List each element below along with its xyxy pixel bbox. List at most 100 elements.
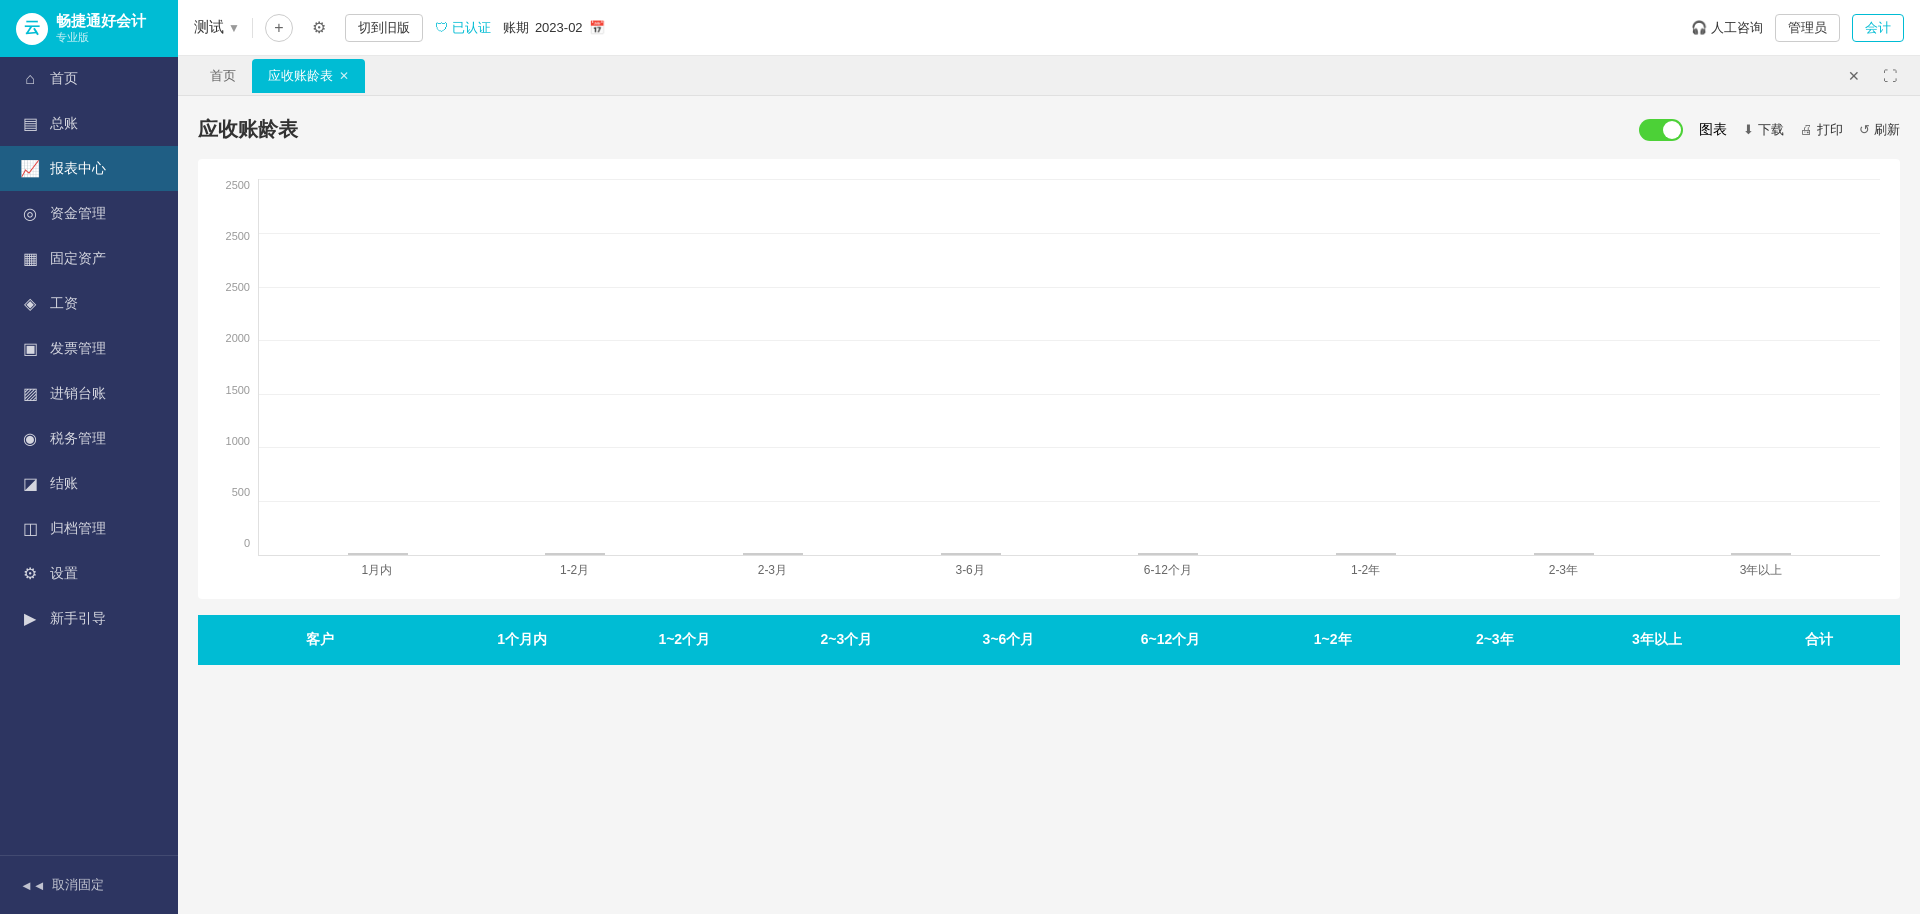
sidebar-item-archive[interactable]: ◫ 归档管理 <box>0 506 178 551</box>
switch-version-button[interactable]: 切到旧版 <box>345 14 423 42</box>
period-display: 账期 2023-02 📅 <box>503 19 605 37</box>
x-label-6-12month: 6-12个月 <box>1069 556 1267 579</box>
x-axis-labels: 1月内 1-2月 2-3月 3-6月 6-12个月 1-2年 2-3年 3年以上 <box>258 556 1880 579</box>
table-header-1-2month: 1~2个月 <box>603 631 765 649</box>
sidebar-item-salary[interactable]: ◈ 工资 <box>0 281 178 326</box>
period-value: 2023-02 <box>535 20 583 35</box>
page-content: 应收账龄表 图表 ⬇ 下载 🖨 打印 ↺ <box>178 96 1920 914</box>
table-header-customer: 客户 <box>198 631 441 649</box>
chart-toggle-label: 图表 <box>1699 121 1727 139</box>
settlement-icon: ◪ <box>20 474 40 493</box>
refresh-button[interactable]: ↺ 刷新 <box>1859 121 1900 139</box>
bar-group-2-3year <box>1465 553 1663 555</box>
tabbar-right: ✕ ⛶ <box>1840 62 1904 90</box>
sidebar-nav: ⌂ 首页 ▤ 总账 📈 报表中心 ◎ 资金管理 ▦ 固定资产 ◈ 工资 ▣ 发票… <box>0 57 178 855</box>
tabbar: 首页 应收账龄表 ✕ ✕ ⛶ <box>178 56 1920 96</box>
chevron-down-icon: ▼ <box>228 21 240 35</box>
sidebar-item-invoice[interactable]: ▣ 发票管理 <box>0 326 178 371</box>
sidebar-item-tax[interactable]: ◉ 税务管理 <box>0 416 178 461</box>
sidebar-item-fixed-assets[interactable]: ▦ 固定资产 <box>0 236 178 281</box>
table-header-2-3year: 2~3年 <box>1414 631 1576 649</box>
sidebar-item-ledger[interactable]: ▤ 总账 <box>0 101 178 146</box>
download-button[interactable]: ⬇ 下载 <box>1743 121 1784 139</box>
bar-group-3-6month <box>872 553 1070 555</box>
service-button[interactable]: 🎧 人工咨询 <box>1691 19 1763 37</box>
sidebar-label-funds: 资金管理 <box>50 205 106 223</box>
refresh-icon: ↺ <box>1859 122 1870 137</box>
bar-group-1-2year <box>1267 553 1465 555</box>
table-header-total: 合计 <box>1738 631 1900 649</box>
x-label-3-6month: 3-6月 <box>871 556 1069 579</box>
table-header-2-3month: 2~3个月 <box>765 631 927 649</box>
y-label-500: 500 <box>232 486 250 498</box>
sidebar-label-guide: 新手引导 <box>50 610 106 628</box>
home-icon: ⌂ <box>20 70 40 88</box>
sidebar-label-fixed-assets: 固定资产 <box>50 250 106 268</box>
sidebar-logo: 云 畅捷通好会计 专业版 <box>0 0 178 57</box>
archive-icon: ◫ <box>20 519 40 538</box>
main-area: 测试 ▼ + ⚙ 切到旧版 🛡 已认证 账期 2023-02 📅 🎧 人工咨询 … <box>178 0 1920 914</box>
print-button[interactable]: 🖨 打印 <box>1800 121 1843 139</box>
sidebar-label-home: 首页 <box>50 70 78 88</box>
cancel-fixed-button[interactable]: ◄◄ 取消固定 <box>0 866 178 904</box>
logo-text-group: 畅捷通好会计 专业版 <box>56 12 146 45</box>
project-selector[interactable]: 测试 ▼ <box>194 18 240 37</box>
report-actions: 图表 ⬇ 下载 🖨 打印 ↺ 刷新 <box>1639 119 1900 141</box>
bar-6-12month <box>1138 553 1198 555</box>
x-label-1month: 1月内 <box>278 556 476 579</box>
topbar-settings-button[interactable]: ⚙ <box>305 14 333 42</box>
sidebar-item-settlement[interactable]: ◪ 结账 <box>0 461 178 506</box>
headset-icon: 🎧 <box>1691 20 1707 35</box>
bar-3-6month <box>941 553 1001 555</box>
sidebar-label-reports: 报表中心 <box>50 160 106 178</box>
invoice-icon: ▣ <box>20 339 40 358</box>
role-button[interactable]: 会计 <box>1852 14 1904 42</box>
project-name: 测试 <box>194 18 224 37</box>
funds-icon: ◎ <box>20 204 40 223</box>
bar-group-2-3month <box>674 553 872 555</box>
bar-1month <box>348 553 408 555</box>
y-label-2500a: 2500 <box>226 179 250 191</box>
add-project-button[interactable]: + <box>265 14 293 42</box>
print-icon: 🖨 <box>1800 122 1813 137</box>
sidebar-item-guide[interactable]: ▶ 新手引导 <box>0 596 178 641</box>
chart-toggle[interactable] <box>1639 119 1683 141</box>
sidebar: 云 畅捷通好会计 专业版 ⌂ 首页 ▤ 总账 📈 报表中心 ◎ 资金管理 ▦ 固… <box>0 0 178 914</box>
sidebar-item-settings[interactable]: ⚙ 设置 <box>0 551 178 596</box>
sidebar-item-home[interactable]: ⌂ 首页 <box>0 57 178 101</box>
report-title: 应收账龄表 <box>198 116 298 143</box>
sidebar-label-settings: 设置 <box>50 565 78 583</box>
sidebar-item-purchase-sales[interactable]: ▨ 进销台账 <box>0 371 178 416</box>
user-button[interactable]: 管理员 <box>1775 14 1840 42</box>
purchase-sales-icon: ▨ <box>20 384 40 403</box>
y-axis: 2500 2500 2500 2000 1500 1000 500 0 <box>218 179 258 579</box>
sidebar-item-reports[interactable]: 📈 报表中心 <box>0 146 178 191</box>
certified-badge: 🛡 已认证 <box>435 19 491 37</box>
bar-1-2year <box>1336 553 1396 555</box>
bar-3plus-year <box>1731 553 1791 555</box>
bar-1-2month <box>545 553 605 555</box>
sidebar-label-archive: 归档管理 <box>50 520 106 538</box>
report-container: 应收账龄表 图表 ⬇ 下载 🖨 打印 ↺ <box>178 96 1920 685</box>
tab-close-icon[interactable]: ✕ <box>339 69 349 83</box>
y-label-2500b: 2500 <box>226 230 250 242</box>
settings-icon: ⚙ <box>20 564 40 583</box>
chart-wrapper: 2500 2500 2500 2000 1500 1000 500 0 <box>198 159 1900 599</box>
tab-close-button[interactable]: ✕ <box>1840 62 1868 90</box>
calendar-icon: 📅 <box>589 20 605 35</box>
report-header: 应收账龄表 图表 ⬇ 下载 🖨 打印 ↺ <box>198 116 1900 143</box>
salary-icon: ◈ <box>20 294 40 313</box>
tab-aging[interactable]: 应收账龄表 ✕ <box>252 59 365 93</box>
y-label-0: 0 <box>244 537 250 549</box>
table-wrapper: 客户 1个月内 1~2个月 2~3个月 3~6个月 6~12个月 1~2年 2~… <box>198 615 1900 665</box>
download-icon: ⬇ <box>1743 122 1754 137</box>
bar-2-3month <box>743 553 803 555</box>
tab-home[interactable]: 首页 <box>194 59 252 93</box>
sidebar-item-funds[interactable]: ◎ 资金管理 <box>0 191 178 236</box>
bars-container <box>259 179 1880 555</box>
tab-expand-button[interactable]: ⛶ <box>1876 62 1904 90</box>
bar-2-3year <box>1534 553 1594 555</box>
chart-inner: 2500 2500 2500 2000 1500 1000 500 0 <box>218 179 1880 579</box>
logo-subtitle: 专业版 <box>56 30 146 45</box>
content-area: 首页 应收账龄表 ✕ ✕ ⛶ 应收账龄表 图表 <box>178 56 1920 914</box>
